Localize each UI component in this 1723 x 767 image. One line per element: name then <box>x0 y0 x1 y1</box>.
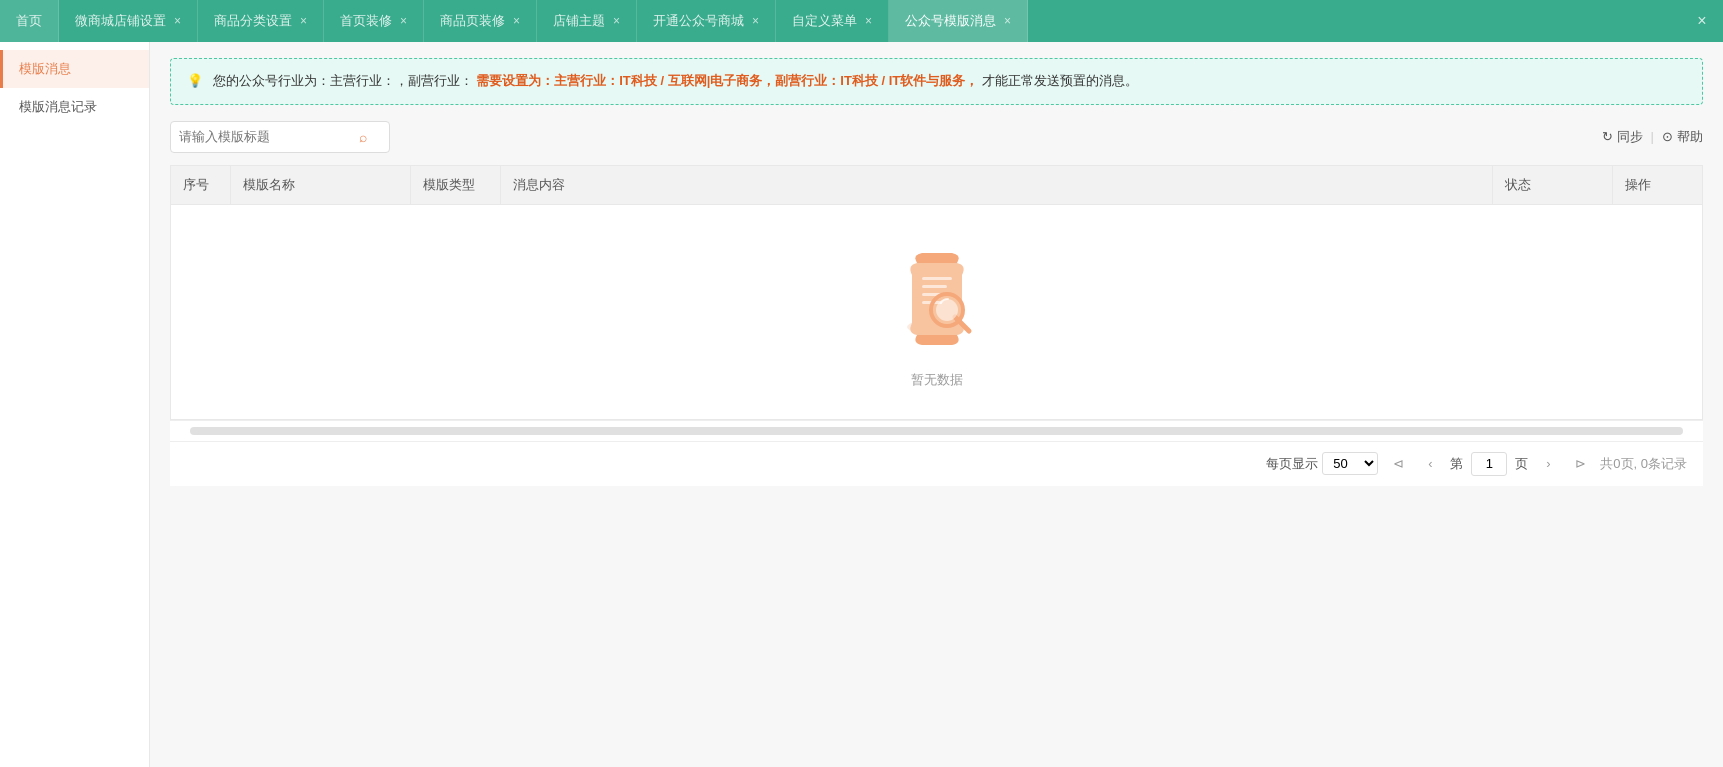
page-size-select[interactable]: 50 20 100 <box>1322 452 1378 475</box>
sync-button[interactable]: ↻ 同步 <box>1602 128 1643 146</box>
help-button[interactable]: ⊙ 帮助 <box>1662 128 1703 146</box>
sidebar-item-template-msg-record[interactable]: 模版消息记录 <box>0 88 149 126</box>
svg-point-7 <box>936 299 958 321</box>
sync-label: 同步 <box>1617 128 1643 146</box>
pagination: 每页显示 50 20 100 ⊲ ‹ 第 页 › ⊳ 共0页, 0条记录 <box>170 441 1703 486</box>
page-first-button[interactable]: ⊲ <box>1386 452 1410 476</box>
help-circle-icon: ⊙ <box>1662 129 1673 144</box>
empty-text: 暂无数据 <box>911 371 963 389</box>
search-input[interactable] <box>179 129 359 144</box>
tab-home[interactable]: 首页 <box>0 0 59 42</box>
data-table: 序号 模版名称 模版类型 消息内容 状态 操作 <box>170 165 1703 420</box>
horizontal-scrollbar[interactable] <box>190 427 1683 435</box>
table-empty-row: 暂无数据 <box>171 204 1703 419</box>
empty-illustration <box>887 245 987 355</box>
sidebar: 模版消息 模版消息记录 <box>0 42 150 767</box>
tab-template-msg[interactable]: 公众号模版消息 × <box>889 0 1028 42</box>
notice-icon: 💡 <box>187 73 203 88</box>
tab-custom-menu[interactable]: 自定义菜单 × <box>776 0 889 42</box>
tab-shop-theme[interactable]: 店铺主题 × <box>537 0 637 42</box>
tab-home-deco-label: 首页装修 <box>340 12 392 30</box>
col-header-seq: 序号 <box>171 165 231 204</box>
col-header-content: 消息内容 <box>501 165 1493 204</box>
page-last-button[interactable]: ⊳ <box>1568 452 1592 476</box>
tab-template-msg-label: 公众号模版消息 <box>905 12 996 30</box>
close-tab-product-deco[interactable]: × <box>513 14 520 28</box>
search-bar: ⌕ ↻ 同步 | ⊙ 帮助 <box>170 121 1703 153</box>
total-info: 共0页, 0条记录 <box>1600 455 1687 473</box>
col-header-action: 操作 <box>1613 165 1703 204</box>
tab-open-mall[interactable]: 开通公众号商城 × <box>637 0 776 42</box>
tab-wshop-setting-label: 微商城店铺设置 <box>75 12 166 30</box>
sidebar-item-template-msg[interactable]: 模版消息 <box>0 50 149 88</box>
main-layout: 模版消息 模版消息记录 💡 您的公众号行业为：主营行业：，副营行业： 需要设置为… <box>0 42 1723 767</box>
notice-highlight: 需要设置为：主营行业：IT科技 / 互联网|电子商务，副营行业：IT科技 / I… <box>476 73 978 88</box>
sidebar-item-template-msg-label: 模版消息 <box>19 61 71 76</box>
page-prev-button[interactable]: ‹ <box>1418 452 1442 476</box>
notice-banner: 💡 您的公众号行业为：主营行业：，副营行业： 需要设置为：主营行业：IT科技 /… <box>170 58 1703 105</box>
table-header-row: 序号 模版名称 模版类型 消息内容 状态 操作 <box>171 165 1703 204</box>
toolbar-right: ↻ 同步 | ⊙ 帮助 <box>1602 128 1703 146</box>
close-tab-template-msg[interactable]: × <box>1004 14 1011 28</box>
close-tab-custom-menu[interactable]: × <box>865 14 872 28</box>
close-tab-shop-theme[interactable]: × <box>613 14 620 28</box>
page-size-label: 每页显示 <box>1266 455 1318 473</box>
tab-wshop-setting[interactable]: 微商城店铺设置 × <box>59 0 198 42</box>
search-input-wrap[interactable]: ⌕ <box>170 121 390 153</box>
tab-home-label: 首页 <box>16 12 42 30</box>
col-header-status: 状态 <box>1493 165 1613 204</box>
svg-rect-2 <box>922 285 947 288</box>
global-close-button[interactable]: × <box>1681 0 1723 42</box>
close-tab-open-mall[interactable]: × <box>752 14 759 28</box>
svg-rect-1 <box>922 277 952 280</box>
tab-product-category-label: 商品分类设置 <box>214 12 292 30</box>
page-size-wrap: 每页显示 50 20 100 <box>1266 452 1378 475</box>
help-label: 帮助 <box>1677 128 1703 146</box>
col-header-type: 模版类型 <box>411 165 501 204</box>
page-label-pre: 第 <box>1450 455 1463 473</box>
tab-product-category[interactable]: 商品分类设置 × <box>198 0 324 42</box>
page-label-post: 页 <box>1515 455 1528 473</box>
notice-suffix: 才能正常发送预置的消息。 <box>982 73 1138 88</box>
sync-icon: ↻ <box>1602 129 1613 144</box>
tab-custom-menu-label: 自定义菜单 <box>792 12 857 30</box>
tab-home-deco[interactable]: 首页装修 × <box>324 0 424 42</box>
notice-prefix: 您的公众号行业为：主营行业：，副营行业： <box>213 73 473 88</box>
top-tab-bar: 首页 微商城店铺设置 × 商品分类设置 × 首页装修 × 商品页装修 × 店铺主… <box>0 0 1723 42</box>
col-header-name: 模版名称 <box>231 165 411 204</box>
close-tab-home-deco[interactable]: × <box>400 14 407 28</box>
search-icon[interactable]: ⌕ <box>359 129 367 145</box>
content-area: 💡 您的公众号行业为：主营行业：，副营行业： 需要设置为：主营行业：IT科技 /… <box>150 42 1723 767</box>
tab-open-mall-label: 开通公众号商城 <box>653 12 744 30</box>
scrollbar-area <box>170 420 1703 441</box>
tab-shop-theme-label: 店铺主题 <box>553 12 605 30</box>
sidebar-item-template-msg-record-label: 模版消息记录 <box>19 99 97 114</box>
page-next-button[interactable]: › <box>1536 452 1560 476</box>
close-tab-wshop-setting[interactable]: × <box>174 14 181 28</box>
toolbar-divider: | <box>1651 129 1654 144</box>
empty-state: 暂无数据 <box>171 205 1702 419</box>
close-tab-product-category[interactable]: × <box>300 14 307 28</box>
tab-product-deco-label: 商品页装修 <box>440 12 505 30</box>
tab-product-deco[interactable]: 商品页装修 × <box>424 0 537 42</box>
page-number-input[interactable] <box>1471 452 1507 476</box>
